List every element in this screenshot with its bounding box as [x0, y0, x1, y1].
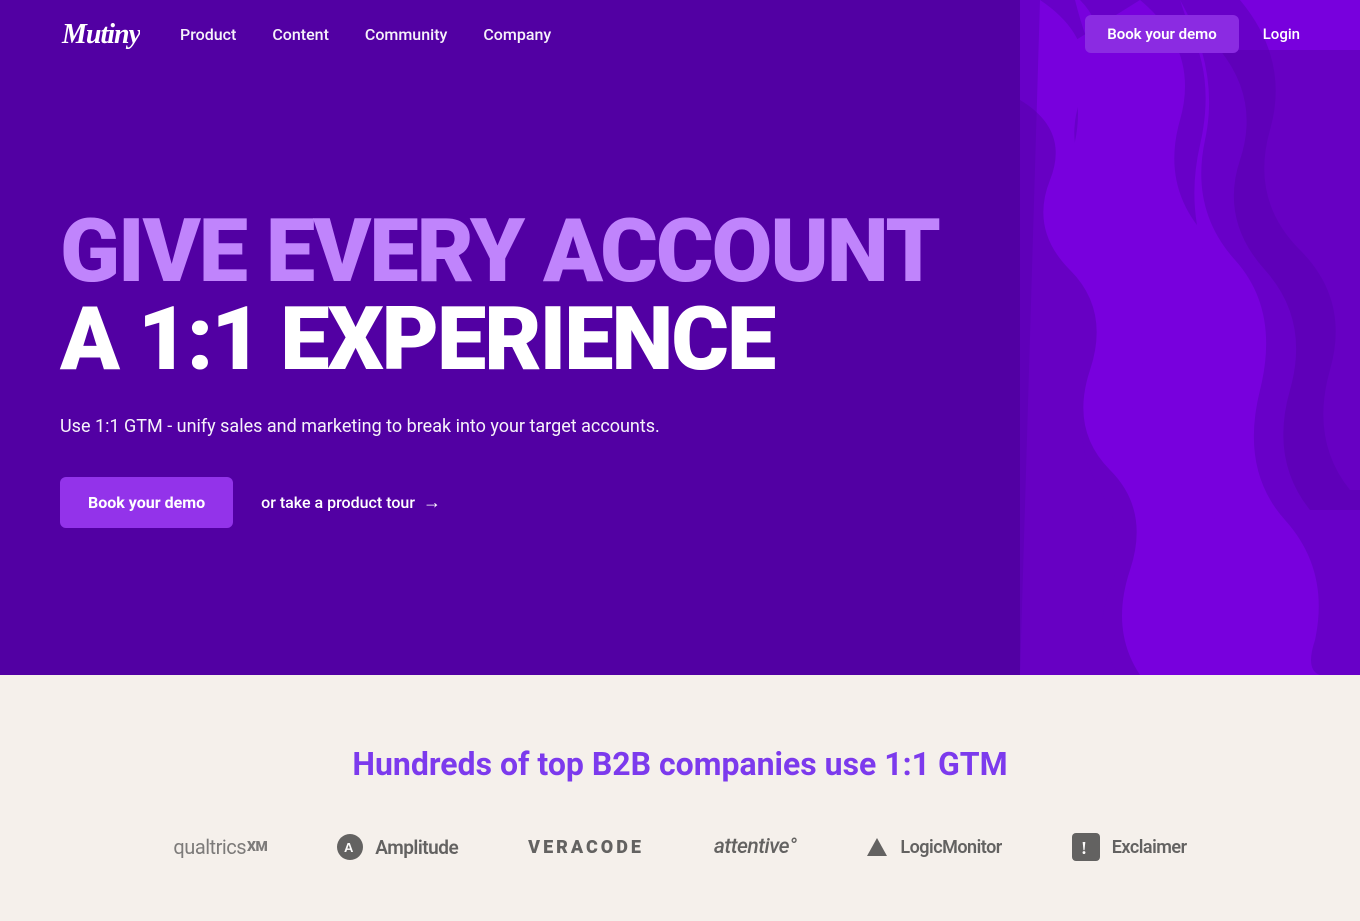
logo[interactable]: Mutiny — [60, 11, 140, 58]
amplitude-logo-icon: A — [337, 834, 363, 860]
nav-right: Book your demo Login — [1085, 15, 1300, 53]
hero-section: Mutiny Product Content Community Company… — [0, 0, 1360, 675]
logos-headline: Hundreds of top B2B companies use 1:1 GT… — [60, 745, 1300, 783]
hero-content: GIVE EVERY ACCOUNT A 1:1 EXPERIENCE Use … — [0, 68, 1020, 608]
svg-text:Mutiny: Mutiny — [61, 19, 140, 50]
nav-book-demo-button[interactable]: Book your demo — [1085, 15, 1239, 53]
logicmonitor-logo-icon — [866, 836, 888, 858]
hero-cta: Book your demo or take a product tour → — [60, 477, 960, 528]
navbar: Mutiny Product Content Community Company… — [0, 0, 1360, 68]
nav-content[interactable]: Content — [272, 25, 329, 44]
logo-exclaimer: ! Exclaimer — [1072, 833, 1187, 861]
nav-product[interactable]: Product — [180, 25, 236, 44]
headline-line1: GIVE EVERY ACCOUNT — [60, 208, 960, 296]
logo-attentive: attentive° — [714, 835, 796, 859]
svg-text:!: ! — [1081, 838, 1087, 858]
product-tour-label: or take a product tour — [261, 493, 415, 512]
logo-logicmonitor: LogicMonitor — [866, 836, 1001, 858]
hero-headline: GIVE EVERY ACCOUNT A 1:1 EXPERIENCE — [60, 208, 960, 384]
nav-company[interactable]: Company — [483, 25, 551, 44]
logo-amplitude: A Amplitude — [337, 834, 458, 860]
hero-product-tour-link[interactable]: or take a product tour → — [261, 492, 441, 513]
nav-community[interactable]: Community — [365, 25, 447, 44]
hero-subtext: Use 1:1 GTM - unify sales and marketing … — [60, 416, 680, 437]
logos-grid: qualtrics XM A Amplitude VERACODE attent… — [60, 833, 1300, 861]
logo-veracode: VERACODE — [528, 837, 644, 858]
svg-text:A: A — [344, 840, 354, 855]
nav-links: Product Content Community Company — [180, 25, 551, 44]
logos-section: Hundreds of top B2B companies use 1:1 GT… — [0, 675, 1360, 921]
headline-line2: A 1:1 EXPERIENCE — [60, 296, 960, 384]
hero-book-demo-button[interactable]: Book your demo — [60, 477, 233, 528]
hero-decoration — [1020, 0, 1360, 675]
nav-login-button[interactable]: Login — [1263, 25, 1300, 43]
arrow-icon: → — [423, 492, 441, 513]
exclaimer-logo-icon: ! — [1072, 833, 1100, 861]
nav-left: Mutiny Product Content Community Company — [60, 11, 551, 58]
logo-qualtrics: qualtrics XM — [173, 835, 267, 859]
